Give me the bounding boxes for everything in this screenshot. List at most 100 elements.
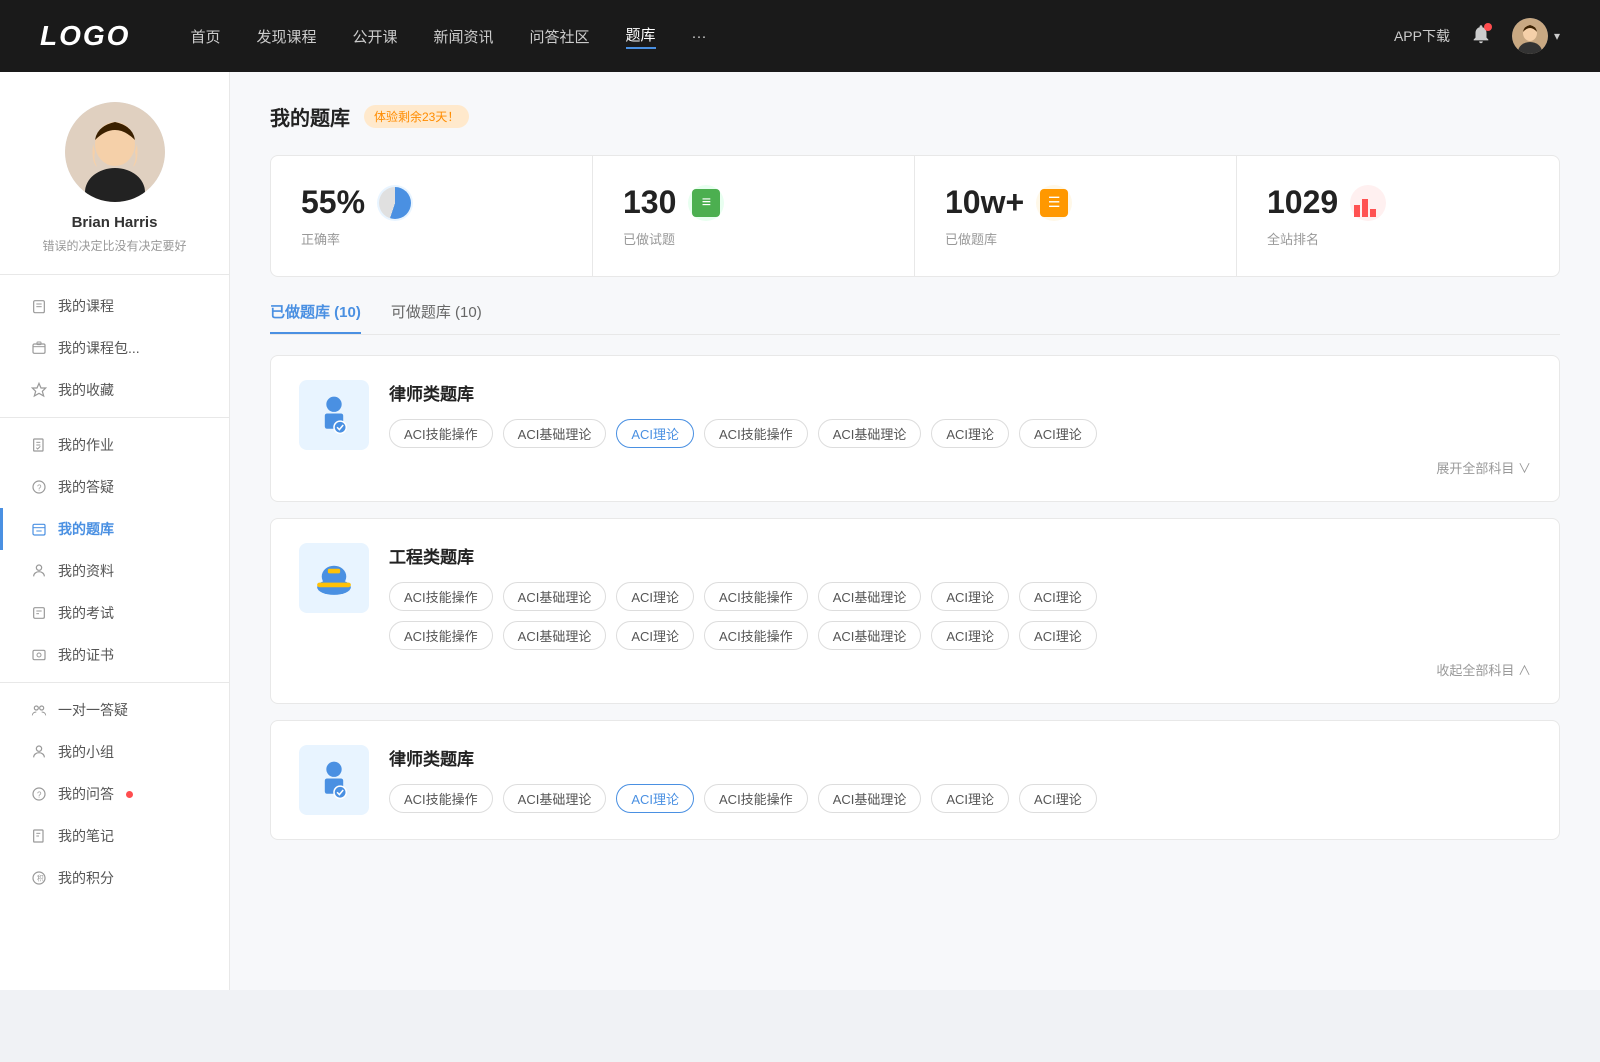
- group-icon: [30, 743, 48, 761]
- sidebar-item-note[interactable]: 我的笔记: [0, 815, 229, 857]
- tag-1b-1[interactable]: ACI基础理论: [503, 621, 607, 650]
- chevron-down-icon: ▾: [1554, 29, 1560, 43]
- trial-badge: 体验剩余23天！: [364, 105, 469, 128]
- sidebar-item-points[interactable]: 积 我的积分: [0, 857, 229, 899]
- course-icon: [30, 297, 48, 315]
- sidebar-menu: 我的课程 我的课程包... 我的收藏 我的作业: [0, 275, 229, 909]
- tag-0-5[interactable]: ACI理论: [931, 419, 1009, 448]
- page-title: 我的题库: [270, 102, 350, 131]
- sidebar-item-label-profile: 我的资料: [58, 561, 114, 581]
- sidebar-item-1to1[interactable]: 一对一答疑: [0, 689, 229, 731]
- sidebar-item-favorites[interactable]: 我的收藏: [0, 369, 229, 411]
- homework-icon: [30, 436, 48, 454]
- sidebar-item-course[interactable]: 我的课程: [0, 285, 229, 327]
- collapse-link-1[interactable]: 收起全部科目 ∧: [389, 660, 1531, 679]
- tag-2-1[interactable]: ACI基础理论: [503, 784, 607, 813]
- tabs-row: 已做题库 (10) 可做题库 (10): [270, 301, 1560, 335]
- stat-label-rank: 全站排名: [1267, 229, 1529, 248]
- bank-info-1: 工程类题库 ACI技能操作 ACI基础理论 ACI理论 ACI技能操作 ACI基…: [389, 543, 1531, 679]
- nav-discover[interactable]: 发现课程: [256, 26, 316, 47]
- tag-1-2[interactable]: ACI理论: [616, 582, 694, 611]
- navbar: LOGO 首页 发现课程 公开课 新闻资讯 问答社区 题库 ··· APP下载: [0, 0, 1600, 72]
- sidebar-item-label-exam: 我的考试: [58, 603, 114, 623]
- stat-top-accuracy: 55%: [301, 184, 562, 221]
- nav-qa[interactable]: 问答社区: [530, 26, 590, 47]
- tag-0-2[interactable]: ACI理论: [616, 419, 694, 448]
- lawyer-icon-wrap-2: [299, 745, 369, 815]
- tag-0-0[interactable]: ACI技能操作: [389, 419, 493, 448]
- nav-news[interactable]: 新闻资讯: [434, 26, 494, 47]
- sidebar-item-cert[interactable]: 我的证书: [0, 634, 229, 676]
- tag-1-4[interactable]: ACI基础理论: [818, 582, 922, 611]
- done-banks-icon: ☰: [1036, 185, 1072, 221]
- tag-1b-3[interactable]: ACI技能操作: [704, 621, 808, 650]
- user-avatar-menu[interactable]: ▾: [1512, 18, 1560, 54]
- sidebar-item-group[interactable]: 我的小组: [0, 731, 229, 773]
- svg-text:?: ?: [37, 483, 42, 492]
- tag-2-2[interactable]: ACI理论: [616, 784, 694, 813]
- lawyer-icon-wrap-0: [299, 380, 369, 450]
- sidebar-item-exam[interactable]: 我的考试: [0, 592, 229, 634]
- tag-2-4[interactable]: ACI基础理论: [818, 784, 922, 813]
- stat-top-banks: 10w+ ☰: [945, 184, 1206, 221]
- tag-1b-2[interactable]: ACI理论: [616, 621, 694, 650]
- sidebar-item-label-points: 我的积分: [58, 868, 114, 888]
- sidebar-item-bank[interactable]: 我的题库: [0, 508, 229, 550]
- bank-card-header-2: 律师类题库 ACI技能操作 ACI基础理论 ACI理论 ACI技能操作 ACI基…: [299, 745, 1531, 815]
- tag-0-1[interactable]: ACI基础理论: [503, 419, 607, 448]
- star-icon: [30, 381, 48, 399]
- tag-0-6[interactable]: ACI理论: [1019, 419, 1097, 448]
- bank-card-header-0: 律师类题库 ACI技能操作 ACI基础理论 ACI理论 ACI技能操作 ACI基…: [299, 380, 1531, 477]
- bank-card-0: 律师类题库 ACI技能操作 ACI基础理论 ACI理论 ACI技能操作 ACI基…: [270, 355, 1560, 502]
- engineer-icon-wrap: [299, 543, 369, 613]
- pie-chart-icon: [379, 187, 411, 219]
- tag-1b-0[interactable]: ACI技能操作: [389, 621, 493, 650]
- notification-bell[interactable]: [1470, 23, 1492, 50]
- nav-bank[interactable]: 题库: [626, 24, 656, 49]
- notification-dot: [1484, 23, 1492, 31]
- tag-1-5[interactable]: ACI理论: [931, 582, 1009, 611]
- nav-more[interactable]: ···: [692, 28, 707, 45]
- sidebar-item-package[interactable]: 我的课程包...: [0, 327, 229, 369]
- bank-info-2: 律师类题库 ACI技能操作 ACI基础理论 ACI理论 ACI技能操作 ACI基…: [389, 745, 1531, 813]
- sidebar-item-myqa[interactable]: ? 我的问答: [0, 773, 229, 815]
- tag-1-1[interactable]: ACI基础理论: [503, 582, 607, 611]
- tag-1b-5[interactable]: ACI理论: [931, 621, 1009, 650]
- tag-0-4[interactable]: ACI基础理论: [818, 419, 922, 448]
- expand-link-0[interactable]: 展开全部科目 ∨: [389, 458, 1531, 477]
- stat-value-accuracy: 55%: [301, 184, 365, 221]
- done-questions-icon: ≡: [688, 185, 724, 221]
- tab-done-banks[interactable]: 已做题库 (10): [270, 301, 361, 334]
- sidebar-item-homework[interactable]: 我的作业: [0, 424, 229, 466]
- tag-1-0[interactable]: ACI技能操作: [389, 582, 493, 611]
- tag-2-6[interactable]: ACI理论: [1019, 784, 1097, 813]
- stat-done-banks: 10w+ ☰ 已做题库: [915, 156, 1237, 276]
- sidebar-item-profile[interactable]: 我的资料: [0, 550, 229, 592]
- main-content: 我的题库 体验剩余23天！ 55% 正确率 130 ≡: [230, 72, 1600, 990]
- bank-card-2: 律师类题库 ACI技能操作 ACI基础理论 ACI理论 ACI技能操作 ACI基…: [270, 720, 1560, 840]
- logo[interactable]: LOGO: [40, 20, 130, 52]
- tag-2-5[interactable]: ACI理论: [931, 784, 1009, 813]
- rank-chart-icon: [1350, 185, 1386, 221]
- tag-2-0[interactable]: ACI技能操作: [389, 784, 493, 813]
- svg-text:?: ?: [37, 790, 42, 799]
- tag-1b-6[interactable]: ACI理论: [1019, 621, 1097, 650]
- tag-1-6[interactable]: ACI理论: [1019, 582, 1097, 611]
- tag-1b-4[interactable]: ACI基础理论: [818, 621, 922, 650]
- tag-2-3[interactable]: ACI技能操作: [704, 784, 808, 813]
- sidebar-item-label-note: 我的笔记: [58, 826, 114, 846]
- tab-available-banks[interactable]: 可做题库 (10): [391, 301, 482, 334]
- tag-1-3[interactable]: ACI技能操作: [704, 582, 808, 611]
- stat-value-done: 130: [623, 184, 676, 221]
- tag-0-3[interactable]: ACI技能操作: [704, 419, 808, 448]
- navbar-right: APP下载 ▾: [1394, 18, 1560, 54]
- nav-open[interactable]: 公开课: [352, 26, 397, 47]
- nav-home[interactable]: 首页: [190, 26, 220, 47]
- app-download-button[interactable]: APP下载: [1394, 26, 1450, 46]
- avatar: [1512, 18, 1548, 54]
- profile-avatar: [65, 102, 165, 202]
- stat-rank: 1029 全站排名: [1237, 156, 1559, 276]
- sidebar-item-qna[interactable]: ? 我的答疑: [0, 466, 229, 508]
- cert-icon: [30, 646, 48, 664]
- tags-row-1-2: ACI技能操作 ACI基础理论 ACI理论 ACI技能操作 ACI基础理论 AC…: [389, 621, 1531, 650]
